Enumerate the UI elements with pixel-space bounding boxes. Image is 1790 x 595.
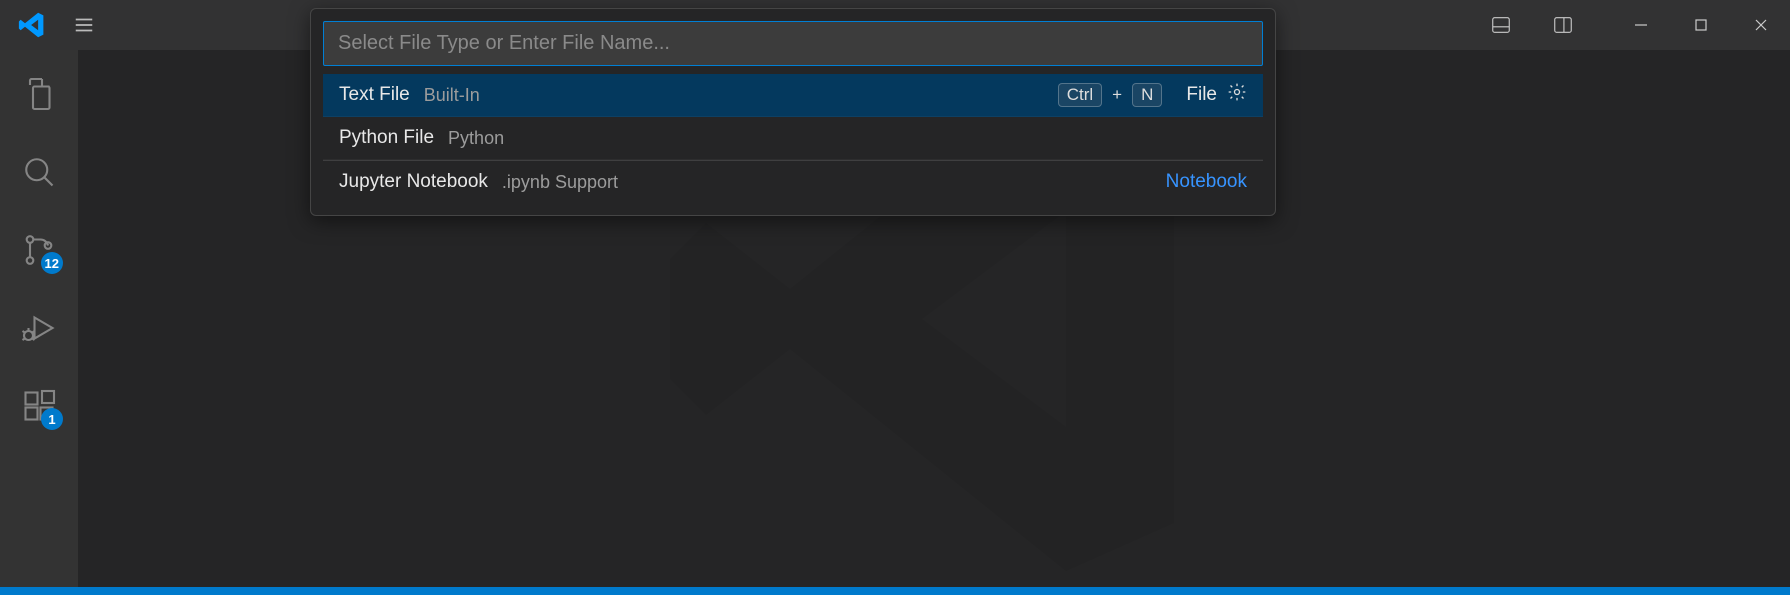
keybinding-key: N bbox=[1132, 83, 1162, 107]
maximize-button[interactable] bbox=[1672, 0, 1730, 50]
status-bar bbox=[0, 587, 1790, 595]
quick-pick-item-label: Python File bbox=[339, 127, 434, 149]
close-button[interactable] bbox=[1732, 0, 1790, 50]
run-debug-tab[interactable] bbox=[9, 298, 69, 358]
quick-pick: Text File Built-In Ctrl + N File Python … bbox=[310, 8, 1276, 216]
activity-bar: 12 1 bbox=[0, 50, 78, 587]
extensions-tab[interactable]: 1 bbox=[9, 376, 69, 436]
extensions-badge: 1 bbox=[41, 408, 63, 430]
layout-controls bbox=[1472, 0, 1592, 50]
quick-pick-input[interactable] bbox=[324, 22, 1262, 65]
quick-pick-item-description: Built-In bbox=[424, 85, 480, 106]
menu-button[interactable] bbox=[64, 5, 104, 45]
quick-pick-item-description: Python bbox=[448, 128, 504, 149]
window-controls bbox=[1612, 0, 1790, 50]
quick-pick-item-category: File bbox=[1186, 84, 1217, 106]
quick-pick-input-wrap bbox=[323, 21, 1263, 66]
quick-pick-item[interactable]: Python File Python bbox=[323, 117, 1263, 160]
quick-pick-list: Text File Built-In Ctrl + N File Python … bbox=[323, 74, 1263, 203]
minimize-button[interactable] bbox=[1612, 0, 1670, 50]
explorer-tab[interactable] bbox=[9, 64, 69, 124]
toggle-sidebar-icon[interactable] bbox=[1534, 0, 1592, 50]
gear-icon[interactable] bbox=[1227, 82, 1247, 108]
quick-pick-item-label: Text File bbox=[339, 84, 410, 106]
source-control-tab[interactable]: 12 bbox=[9, 220, 69, 280]
quick-pick-item-right: Notebook bbox=[1166, 171, 1247, 193]
app-logo bbox=[0, 11, 64, 39]
search-tab[interactable] bbox=[9, 142, 69, 202]
scm-badge: 12 bbox=[41, 252, 63, 274]
quick-pick-item-right: Ctrl + N File bbox=[1058, 82, 1247, 108]
quick-pick-item-link: Notebook bbox=[1166, 171, 1247, 193]
keybinding-mod: Ctrl bbox=[1058, 83, 1102, 107]
quick-pick-item-label: Jupyter Notebook bbox=[339, 171, 488, 193]
keybinding-plus: + bbox=[1112, 85, 1122, 105]
quick-pick-item[interactable]: Jupyter Notebook .ipynb Support Notebook bbox=[323, 161, 1263, 203]
toggle-panel-icon[interactable] bbox=[1472, 0, 1530, 50]
quick-pick-item-description: .ipynb Support bbox=[502, 172, 618, 193]
quick-pick-item[interactable]: Text File Built-In Ctrl + N File bbox=[323, 74, 1263, 117]
